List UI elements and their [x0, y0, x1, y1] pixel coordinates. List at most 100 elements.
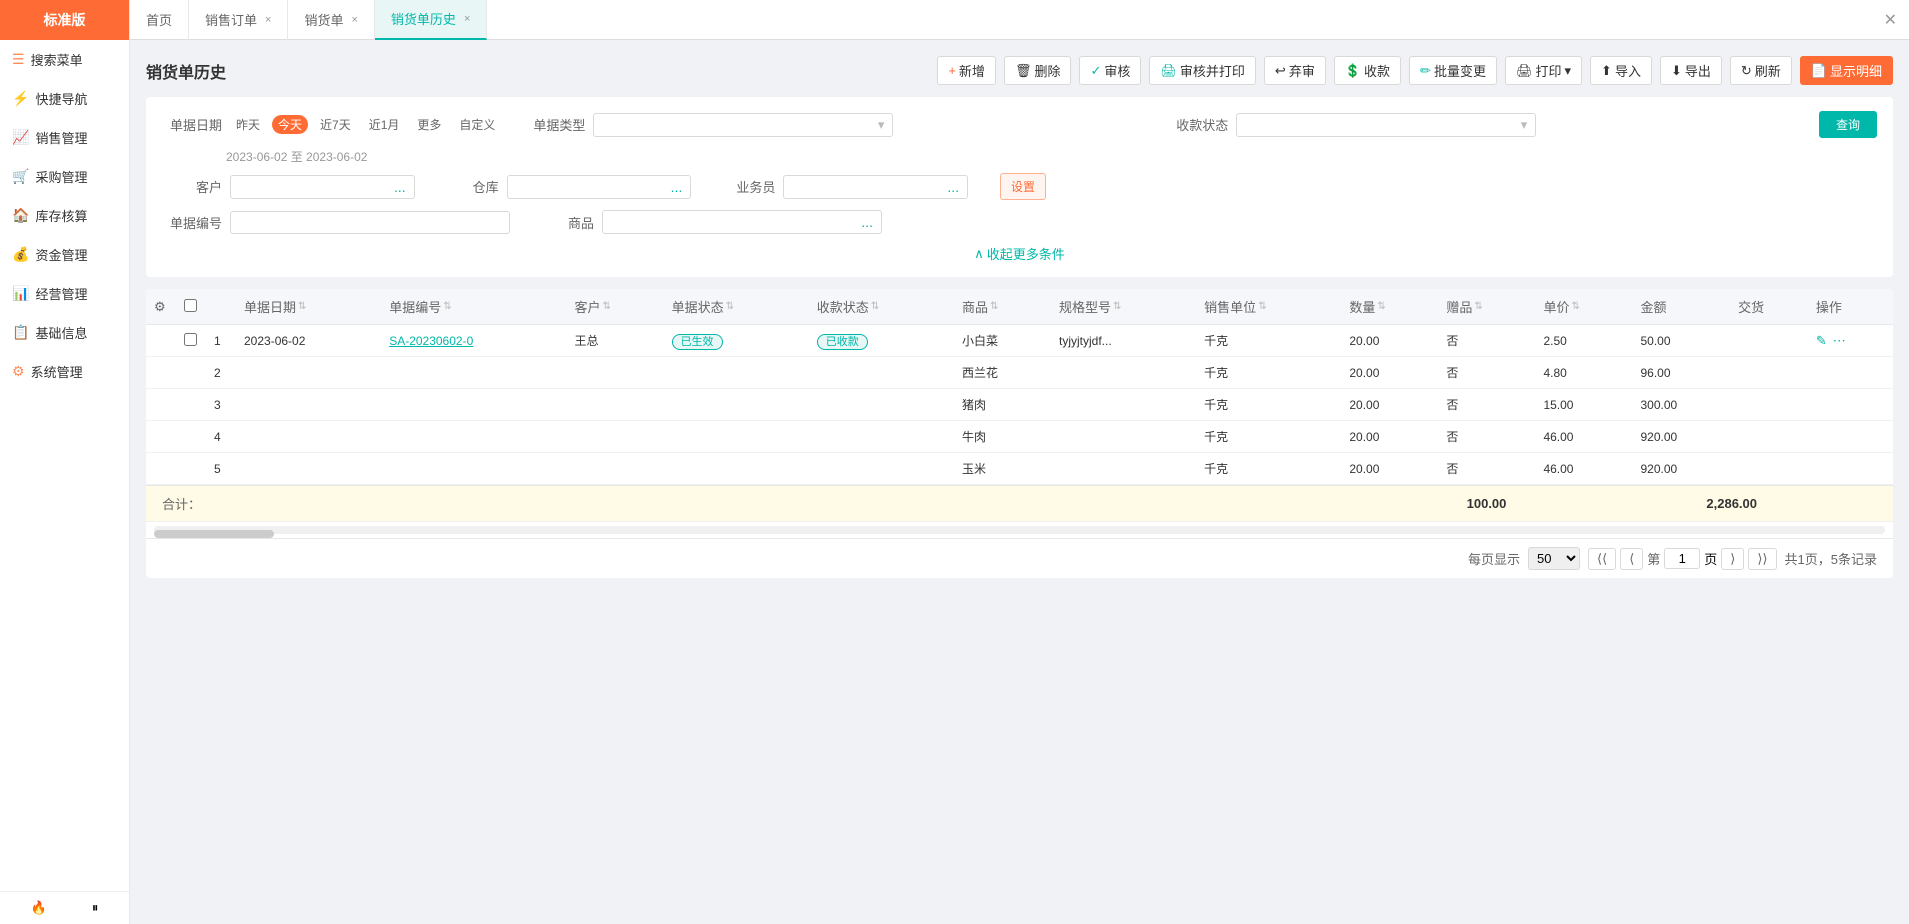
row-select-checkbox[interactable]	[184, 333, 197, 346]
filter-staff: 业务员 ...	[715, 175, 968, 199]
date-more[interactable]: 更多	[411, 115, 447, 134]
th-price[interactable]: 单价 ⇅	[1535, 289, 1632, 325]
audit-button[interactable]: ✓ 审核	[1079, 56, 1141, 85]
page-label: 页	[1704, 549, 1717, 568]
main-close-btn[interactable]: ✕	[1872, 10, 1909, 30]
tab-sales-order-close[interactable]: ×	[265, 14, 271, 26]
row-goods: 小白菜	[954, 325, 1051, 357]
sidebar-item-basic-info[interactable]: 📋 基础信息	[0, 313, 129, 352]
row-doc-no[interactable]	[381, 389, 566, 421]
th-qty[interactable]: 数量 ⇅	[1341, 289, 1438, 325]
sidebar-item-search-menu[interactable]: ☰ 搜索菜单	[0, 40, 129, 79]
export-button[interactable]: ⬇ 导出	[1660, 56, 1722, 85]
query-button[interactable]: 查询	[1819, 111, 1877, 138]
payment-status-dropdown-icon[interactable]: ▾	[1521, 117, 1528, 133]
th-goods[interactable]: 商品 ⇅	[954, 289, 1051, 325]
tab-sales-history[interactable]: 销货单历史 ×	[375, 0, 487, 40]
sidebar-item-sales-mgmt[interactable]: 📈 销售管理	[0, 118, 129, 157]
first-page-btn[interactable]: ⟨⟨	[1588, 548, 1616, 570]
last-page-btn[interactable]: ⟩⟩	[1748, 548, 1776, 570]
date-1month[interactable]: 近1月	[363, 115, 406, 134]
plus-icon: +	[948, 63, 956, 78]
page-size-select[interactable]: 50 100 200	[1528, 547, 1580, 570]
row-doc-no[interactable]	[381, 453, 566, 485]
horizontal-scrollbar[interactable]	[154, 526, 1885, 534]
row-qty: 20.00	[1341, 389, 1438, 421]
import-button[interactable]: ⬆ 导入	[1590, 56, 1652, 85]
settings-button[interactable]: 设置	[1000, 173, 1046, 200]
th-date[interactable]: 单据日期 ⇅	[236, 289, 381, 325]
tab-home[interactable]: 首页	[130, 0, 189, 40]
collect-button[interactable]: 💲 收款	[1334, 56, 1401, 85]
date-today[interactable]: 今天	[272, 115, 308, 134]
customer-dots[interactable]: ...	[394, 179, 406, 195]
goods-dots[interactable]: ...	[861, 214, 873, 230]
row-doc-no[interactable]	[381, 421, 566, 453]
sidebar-item-finance[interactable]: 💰 资金管理	[0, 235, 129, 274]
collapse-button[interactable]: ∧ 收起更多条件	[162, 244, 1877, 263]
sidebar-item-label: 采购管理	[35, 167, 87, 186]
audit-print-button[interactable]: 🖨 审核并打印	[1149, 56, 1256, 85]
row-doc-no[interactable]	[381, 357, 566, 389]
sidebar-item-sys-mgmt[interactable]: ⚙ 系统管理	[0, 352, 129, 391]
date-7days[interactable]: 近7天	[314, 115, 357, 134]
refresh-icon: ↻	[1741, 63, 1752, 79]
staff-input[interactable]	[792, 180, 947, 194]
refresh-button[interactable]: ↻ 刷新	[1730, 56, 1792, 85]
th-unit[interactable]: 销售单位 ⇅	[1196, 289, 1341, 325]
prev-page-btn[interactable]: ⟨	[1620, 548, 1643, 570]
row-date	[236, 357, 381, 389]
more-icon[interactable]: ⋯	[1833, 333, 1846, 348]
date-range-display: 2023-06-02 至 2023-06-02	[226, 148, 1877, 165]
abandon-button[interactable]: ↩ 弃审	[1264, 56, 1326, 85]
scrollbar-thumb[interactable]	[154, 530, 274, 538]
batch-change-button[interactable]: ✏ 批量变更	[1409, 56, 1497, 85]
row-doc-no[interactable]: SA-20230602-0	[381, 325, 566, 357]
row-payment-status	[809, 389, 954, 421]
show-detail-button[interactable]: 📄 显示明细	[1800, 56, 1893, 85]
goods-input[interactable]	[611, 215, 861, 229]
collect-icon: 💲	[1345, 63, 1361, 79]
print-button[interactable]: 🖨 打印 ▾	[1505, 56, 1582, 85]
row-unit: 千克	[1196, 421, 1341, 453]
select-all-checkbox[interactable]	[184, 299, 197, 312]
goods-sort-icon: ⇅	[990, 301, 998, 312]
tab-sales-history-close[interactable]: ×	[464, 13, 470, 25]
payment-status-label: 收款状态	[1168, 115, 1228, 134]
doc-no-input[interactable]	[230, 211, 510, 234]
warehouse-input[interactable]	[516, 180, 671, 194]
gear-icon[interactable]: ⚙	[154, 299, 166, 314]
tab-sales-delivery-close[interactable]: ×	[351, 14, 357, 26]
delete-button[interactable]: 🗑 删除	[1004, 56, 1072, 85]
main-area: 首页 销售订单 × 销货单 × 销货单历史 × ✕ 销货单历史 + 新增	[130, 0, 1909, 924]
th-doc-no[interactable]: 单据编号 ⇅	[381, 289, 566, 325]
staff-dots[interactable]: ...	[947, 179, 959, 195]
row-date	[236, 453, 381, 485]
th-doc-status[interactable]: 单据状态 ⇅	[664, 289, 809, 325]
sidebar-item-purchase-mgmt[interactable]: 🛒 采购管理	[0, 157, 129, 196]
tab-sales-order[interactable]: 销售订单 ×	[189, 0, 288, 40]
new-button[interactable]: + 新增	[937, 56, 996, 85]
customer-input[interactable]	[239, 180, 394, 194]
page-header: 销货单历史 + 新增 🗑 删除 ✓ 审核 🖨 审核并打印	[146, 56, 1893, 85]
sidebar-bottom: 🔥 ⏸	[0, 891, 129, 924]
date-custom[interactable]: 自定义	[453, 115, 501, 134]
th-gift[interactable]: 赠品 ⇅	[1438, 289, 1535, 325]
current-page-input[interactable]	[1664, 548, 1700, 569]
sidebar-item-inventory[interactable]: 🏠 库存核算	[0, 196, 129, 235]
sidebar-item-quick-nav[interactable]: ⚡ 快捷导航	[0, 79, 129, 118]
th-customer[interactable]: 客户 ⇅	[567, 289, 664, 325]
fire-icon[interactable]: 🔥	[31, 900, 47, 916]
th-payment-status[interactable]: 收款状态 ⇅	[809, 289, 954, 325]
warehouse-dots[interactable]: ...	[671, 179, 683, 195]
tab-sales-delivery[interactable]: 销货单 ×	[288, 0, 374, 40]
row-unit: 千克	[1196, 453, 1341, 485]
quick-nav-icon: ⚡	[12, 90, 29, 107]
pause-icon[interactable]: ⏸	[92, 900, 99, 916]
next-page-btn[interactable]: ⟩	[1721, 548, 1744, 570]
date-yesterday[interactable]: 昨天	[230, 115, 266, 134]
edit-icon[interactable]: ✎	[1816, 333, 1827, 348]
sidebar-item-operations[interactable]: 📊 经营管理	[0, 274, 129, 313]
doc-type-dropdown-icon[interactable]: ▾	[878, 117, 885, 133]
th-spec[interactable]: 规格型号 ⇅	[1051, 289, 1196, 325]
